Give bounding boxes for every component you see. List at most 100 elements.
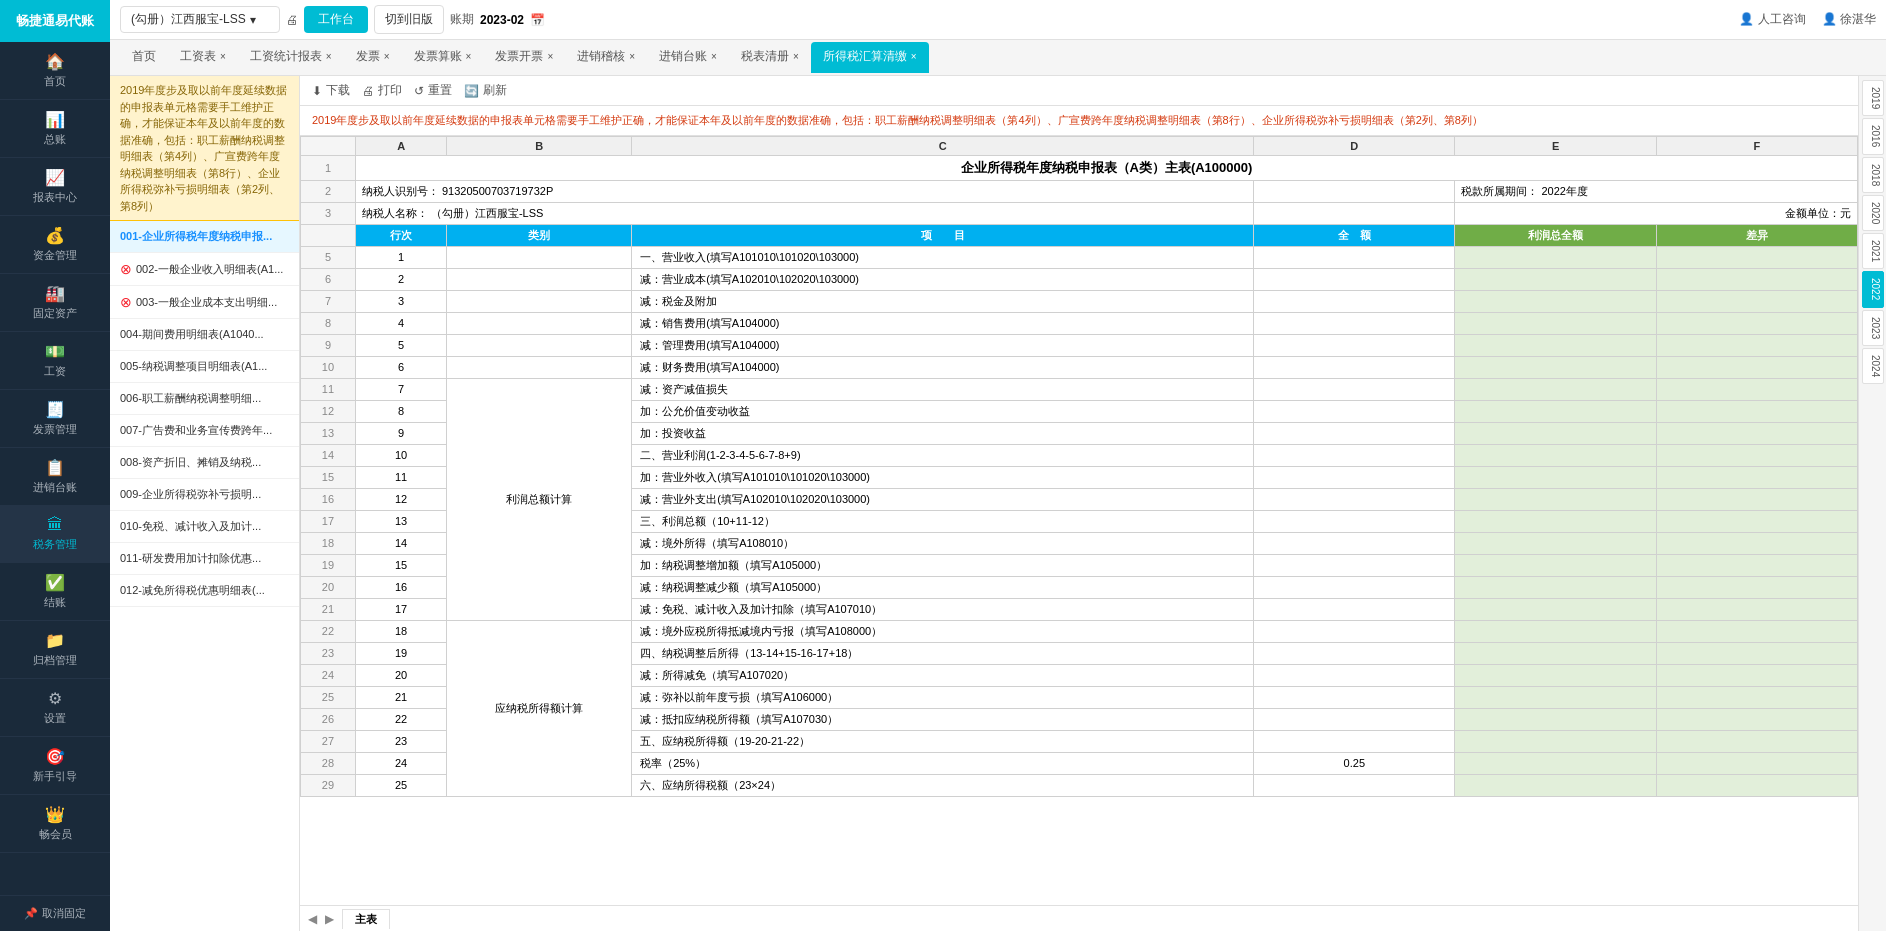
col-f-cell[interactable]	[1656, 620, 1857, 642]
col-d-cell[interactable]: 0.25	[1254, 752, 1455, 774]
col-a-cell[interactable]: 1	[355, 246, 446, 268]
col-c-cell[interactable]: 加：营业外收入(填写A101010\101020\103000)	[632, 466, 1254, 488]
col-a-cell[interactable]: 2	[355, 268, 446, 290]
col-e-cell[interactable]	[1455, 466, 1656, 488]
col-e-cell[interactable]	[1455, 422, 1656, 444]
col-c-cell[interactable]: 减：营业成本(填写A102010\102020\103000)	[632, 268, 1254, 290]
col-a-cell[interactable]: 22	[355, 708, 446, 730]
timeline-item-2016[interactable]: 2016	[1862, 118, 1884, 154]
form-item-007[interactable]: 007-广告费和业务宣传费跨年...	[110, 415, 299, 447]
col-f-cell[interactable]	[1656, 598, 1857, 620]
col-a-cell[interactable]: 20	[355, 664, 446, 686]
tab-close-icon[interactable]: ×	[629, 51, 635, 62]
col-f-cell[interactable]	[1656, 422, 1857, 444]
col-f-cell[interactable]	[1656, 708, 1857, 730]
col-c-cell[interactable]: 减：弥补以前年度亏损（填写A106000）	[632, 686, 1254, 708]
col-d-cell[interactable]	[1254, 378, 1455, 400]
tab-close-icon[interactable]: ×	[326, 51, 332, 62]
tab-close-icon[interactable]: ×	[220, 51, 226, 62]
col-f-cell[interactable]	[1656, 730, 1857, 752]
print-icon[interactable]: 🖨	[286, 13, 298, 27]
tab-close-icon[interactable]: ×	[547, 51, 553, 62]
tab-发票[interactable]: 发票 ×	[344, 42, 402, 73]
form-item-003[interactable]: ⊗003-一般企业成本支出明细...	[110, 286, 299, 319]
sidebar-item-settings[interactable]: ⚙设置	[0, 679, 110, 737]
col-e-cell[interactable]	[1455, 246, 1656, 268]
form-item-010[interactable]: 010-免税、减计收入及加计...	[110, 511, 299, 543]
col-a-cell[interactable]: 21	[355, 686, 446, 708]
col-f-cell[interactable]	[1656, 532, 1857, 554]
col-a-cell[interactable]: 4	[355, 312, 446, 334]
col-d-cell[interactable]	[1254, 510, 1455, 532]
tab-close-icon[interactable]: ×	[711, 51, 717, 62]
col-e-cell[interactable]	[1455, 774, 1656, 796]
col-c-cell[interactable]: 减：资产减值损失	[632, 378, 1254, 400]
user-info[interactable]: 👤 徐湛华	[1822, 11, 1876, 28]
tab-close-icon[interactable]: ×	[384, 51, 390, 62]
col-c-cell[interactable]: 减：所得减免（填写A107020）	[632, 664, 1254, 686]
timeline-item-2022[interactable]: 2022	[1862, 271, 1884, 307]
col-f-cell[interactable]	[1656, 444, 1857, 466]
sidebar-item-stock[interactable]: 📋进销台账	[0, 448, 110, 506]
col-f-cell[interactable]	[1656, 686, 1857, 708]
sidebar-item-tax[interactable]: 🏛税务管理	[0, 506, 110, 563]
col-f-cell[interactable]	[1656, 576, 1857, 598]
form-item-006[interactable]: 006-职工薪酬纳税调整明细...	[110, 383, 299, 415]
sidebar-item-ledger[interactable]: 📊总账	[0, 100, 110, 158]
col-f-cell[interactable]	[1656, 774, 1857, 796]
tab-工资统计报表[interactable]: 工资统计报表 ×	[238, 42, 344, 73]
col-d-cell[interactable]	[1254, 774, 1455, 796]
col-d-cell[interactable]	[1254, 444, 1455, 466]
col-c-cell[interactable]: 税率（25%）	[632, 752, 1254, 774]
col-c-cell[interactable]: 五、应纳税所得额（19-20-21-22）	[632, 730, 1254, 752]
switch-version-button[interactable]: 切到旧版	[374, 5, 444, 34]
col-e-cell[interactable]	[1455, 532, 1656, 554]
timeline-item-2023[interactable]: 2023	[1862, 310, 1884, 346]
col-c-cell[interactable]: 减：免税、减计收入及加计扣除（填写A107010）	[632, 598, 1254, 620]
col-e-cell[interactable]	[1455, 620, 1656, 642]
col-d-cell[interactable]	[1254, 290, 1455, 312]
col-e-cell[interactable]	[1455, 290, 1656, 312]
sidebar-item-reports[interactable]: 📈报表中心	[0, 158, 110, 216]
col-f-cell[interactable]	[1656, 510, 1857, 532]
col-a-cell[interactable]: 3	[355, 290, 446, 312]
form-item-008[interactable]: 008-资产折旧、摊销及纳税...	[110, 447, 299, 479]
col-e-cell[interactable]	[1455, 444, 1656, 466]
col-c-cell[interactable]: 一、营业收入(填写A101010\101020\103000)	[632, 246, 1254, 268]
col-f-cell[interactable]	[1656, 312, 1857, 334]
tab-进销稽核[interactable]: 进销稽核 ×	[565, 42, 647, 73]
col-c-cell[interactable]: 减：营业外支出(填写A102010\102020\103000)	[632, 488, 1254, 510]
col-a-cell[interactable]: 13	[355, 510, 446, 532]
col-d-cell[interactable]	[1254, 312, 1455, 334]
col-e-cell[interactable]	[1455, 576, 1656, 598]
col-d-cell[interactable]	[1254, 356, 1455, 378]
sheet-nav-left[interactable]: ◀	[308, 912, 317, 926]
col-e-cell[interactable]	[1455, 708, 1656, 730]
reset-button[interactable]: ↺ 重置	[414, 82, 452, 99]
col-e-cell[interactable]	[1455, 312, 1656, 334]
col-e-cell[interactable]	[1455, 554, 1656, 576]
timeline-item-2021[interactable]: 2021	[1862, 233, 1884, 269]
col-e-cell[interactable]	[1455, 356, 1656, 378]
col-d-cell[interactable]	[1254, 642, 1455, 664]
col-c-cell[interactable]: 六、应纳所得税额（23×24）	[632, 774, 1254, 796]
col-a-cell[interactable]: 7	[355, 378, 446, 400]
col-a-cell[interactable]: 18	[355, 620, 446, 642]
col-d-cell[interactable]	[1254, 620, 1455, 642]
col-e-cell[interactable]	[1455, 378, 1656, 400]
form-item-009[interactable]: 009-企业所得税弥补亏损明...	[110, 479, 299, 511]
sidebar-item-salary[interactable]: 💵工资	[0, 332, 110, 390]
col-a-cell[interactable]: 17	[355, 598, 446, 620]
form-item-005[interactable]: 005-纳税调整项目明细表(A1...	[110, 351, 299, 383]
form-item-012[interactable]: 012-减免所得税优惠明细表(...	[110, 575, 299, 607]
calendar-icon[interactable]: 📅	[530, 13, 545, 27]
print-button[interactable]: 🖨 打印	[362, 82, 402, 99]
col-f-cell[interactable]	[1656, 400, 1857, 422]
col-f-cell[interactable]	[1656, 268, 1857, 290]
tab-close-icon[interactable]: ×	[911, 51, 917, 62]
col-a-cell[interactable]: 5	[355, 334, 446, 356]
col-c-cell[interactable]: 减：抵扣应纳税所得额（填写A107030）	[632, 708, 1254, 730]
col-c-cell[interactable]: 减：境外应税所得抵减境内亏报（填写A108000）	[632, 620, 1254, 642]
refresh-button[interactable]: 🔄 刷新	[464, 82, 507, 99]
timeline-item-2018[interactable]: 2018	[1862, 157, 1884, 193]
